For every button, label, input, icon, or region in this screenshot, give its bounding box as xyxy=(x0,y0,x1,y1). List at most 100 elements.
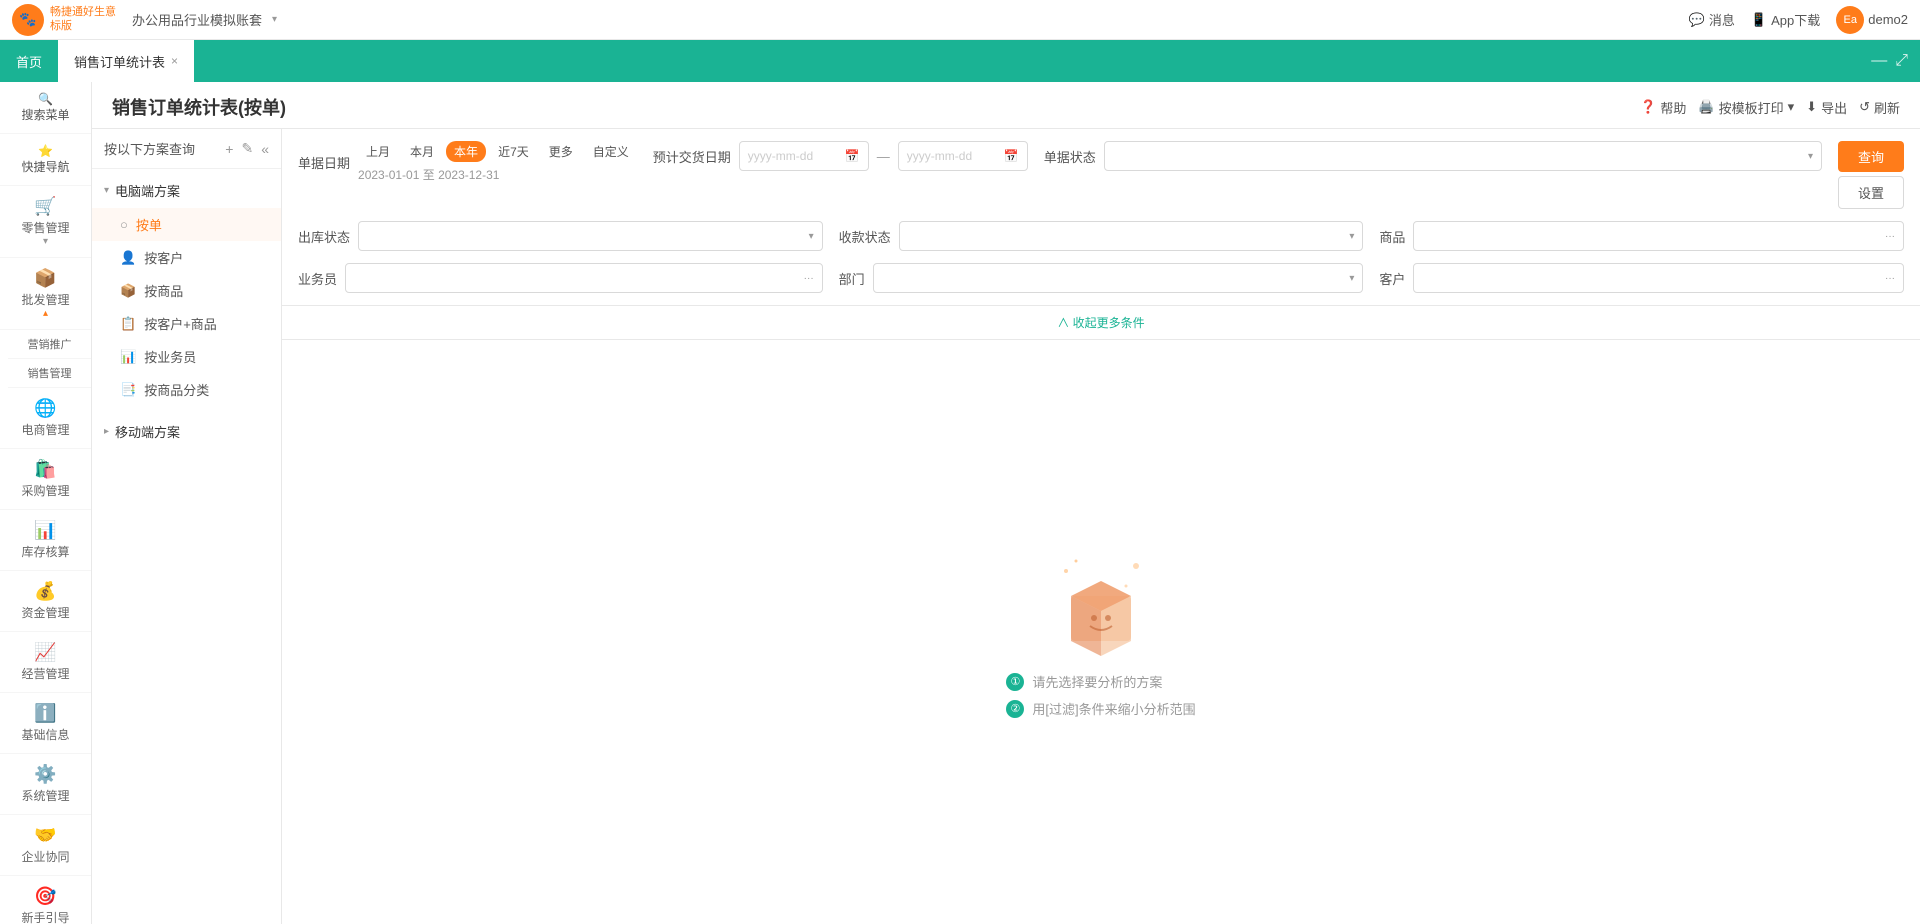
tab-home[interactable]: 首页 xyxy=(0,40,58,82)
calendar-icon: 📅 xyxy=(845,149,860,163)
setting-button[interactable]: 设置 xyxy=(1838,176,1904,209)
sidebar-item-operation[interactable]: 📈 经营管理 xyxy=(0,632,91,693)
inventory-icon: 📊 xyxy=(34,520,56,541)
download-icon: 📱 xyxy=(1751,12,1767,28)
sidebar-item-inventory[interactable]: 📊 库存核算 xyxy=(0,510,91,571)
date-tab-custom[interactable]: 自定义 xyxy=(585,141,637,162)
sidebar-item-wholesale[interactable]: 📦 批发管理 ▴ xyxy=(0,258,91,330)
message-icon: 💬 xyxy=(1689,12,1705,28)
hint-2-text: 用[过滤]条件来缩小分析范围 xyxy=(1032,699,1195,718)
help-button[interactable]: ❓ 帮助 xyxy=(1640,98,1686,117)
date-tab-last-7-days[interactable]: 近7天 xyxy=(490,141,537,162)
sidebar-item-newbie[interactable]: 🎯 新手引导 xyxy=(0,876,91,924)
sidebar-item-purchase[interactable]: 🛍️ 采购管理 xyxy=(0,449,91,510)
app-download-button[interactable]: 📱 App下载 xyxy=(1751,10,1820,29)
refresh-button[interactable]: ↺ 刷新 xyxy=(1859,98,1900,117)
goods-more-icon[interactable]: ··· xyxy=(1885,231,1895,242)
scheme-edit-button[interactable]: ✎ xyxy=(241,140,253,157)
customer-select[interactable]: ··· xyxy=(1413,263,1904,293)
empty-illustration xyxy=(1046,546,1156,656)
scheme-add-button[interactable]: + xyxy=(225,141,233,157)
date-tab-more[interactable]: 更多 xyxy=(541,141,581,162)
scheme-by-goods-icon: 📦 xyxy=(120,283,136,299)
enterprise-icon: 🤝 xyxy=(34,825,56,846)
hint-2-num: ② xyxy=(1006,700,1024,718)
top-bar: 🐾 畅捷通好生意 标版 办公用品行业模拟账套 ▾ 💬 消息 📱 App下载 Ea… xyxy=(0,0,1920,40)
print-icon: 🖨️ xyxy=(1698,99,1714,115)
page-title: 销售订单统计表(按单) xyxy=(112,94,286,120)
scheme-by-customer-icon: 👤 xyxy=(120,250,136,266)
print-button[interactable]: 🖨️ 按模板打印 ▾ xyxy=(1698,98,1794,117)
salesman-more-icon[interactable]: ··· xyxy=(804,273,814,284)
salesman-select[interactable]: ··· xyxy=(345,263,823,293)
content-area: 销售订单统计表(按单) ❓ 帮助 🖨️ 按模板打印 ▾ ⬇ 导出 ↺ 刷新 xyxy=(92,82,1920,924)
empty-hint-1: ① 请先选择要分析的方案 xyxy=(1006,672,1195,691)
scheme-header: 按以下方案查询 + ✎ « xyxy=(92,129,281,169)
ship-status-select[interactable]: ▾ xyxy=(358,221,823,251)
help-icon: ❓ xyxy=(1640,99,1656,115)
system-icon: ⚙️ xyxy=(34,764,56,785)
scheme-item-by-customer[interactable]: 👤 按客户 xyxy=(92,241,281,274)
department-arrow-icon: ▾ xyxy=(1349,273,1354,284)
empty-state: ① 请先选择要分析的方案 ② 用[过滤]条件来缩小分析范围 xyxy=(1006,546,1195,718)
date-tab-last-month[interactable]: 上月 xyxy=(358,141,398,162)
nav-sidebar: 🔍 搜索菜单 ⭐ 快捷导航 🛒 零售管理 ▾ 📦 批发管理 ▴ 营销推广 销售管… xyxy=(0,82,92,924)
scheme-item-by-goods-category[interactable]: 📑 按商品分类 xyxy=(92,373,281,406)
user-avatar[interactable]: Ea demo2 xyxy=(1836,6,1908,34)
logo-text: 畅捷通好生意 标版 xyxy=(50,6,116,32)
scheme-item-by-goods[interactable]: 📦 按商品 xyxy=(92,274,281,307)
tab-close-icon[interactable]: × xyxy=(171,54,178,68)
expected-date-end[interactable]: yyyy-mm-dd 📅 xyxy=(898,141,1028,171)
right-panel: 单据日期 上月 本月 本年 近7天 更多 自定义 20 xyxy=(282,129,1920,924)
expected-date-label: 预计交货日期 xyxy=(653,147,731,166)
print-dropdown-icon[interactable]: ▾ xyxy=(1788,99,1795,115)
scheme-group-mobile-header[interactable]: ▸ 移动端方案 xyxy=(92,414,281,449)
message-button[interactable]: 💬 消息 xyxy=(1689,10,1735,29)
hint-1-text: 请先选择要分析的方案 xyxy=(1032,672,1162,691)
sidebar-item-enterprise[interactable]: 🤝 企业协同 xyxy=(0,815,91,876)
logo-area: 🐾 畅捷通好生意 标版 xyxy=(12,4,116,36)
expected-date-start[interactable]: yyyy-mm-dd 📅 xyxy=(739,141,869,171)
scheme-collapse-button[interactable]: « xyxy=(261,141,269,157)
date-tab-this-year[interactable]: 本年 xyxy=(446,141,486,162)
scheme-item-by-customer-goods[interactable]: 📋 按客户+商品 xyxy=(92,307,281,340)
tab-sales-order-stats[interactable]: 销售订单统计表 × xyxy=(58,40,194,82)
export-button[interactable]: ⬇ 导出 xyxy=(1806,98,1847,117)
collapse-icon: ∧ xyxy=(1057,316,1072,330)
scheme-group-mobile: ▸ 移动端方案 xyxy=(92,410,281,453)
sidebar-item-finance[interactable]: 💰 资金管理 xyxy=(0,571,91,632)
sidebar-item-basic[interactable]: ℹ️ 基础信息 xyxy=(0,693,91,754)
nav-quick[interactable]: ⭐ 快捷导航 xyxy=(0,134,91,186)
department-select[interactable]: ▾ xyxy=(873,263,1364,293)
tab-minimize-button[interactable]: — xyxy=(1871,52,1887,70)
goods-select[interactable]: ··· xyxy=(1413,221,1904,251)
doc-status-select[interactable]: ▾ xyxy=(1104,141,1822,171)
page-actions: ❓ 帮助 🖨️ 按模板打印 ▾ ⬇ 导出 ↺ 刷新 xyxy=(1640,98,1900,117)
date-tab-this-month[interactable]: 本月 xyxy=(402,141,442,162)
sidebar-item-marketing[interactable]: 营销推广 xyxy=(8,330,91,359)
refresh-icon: ↺ xyxy=(1859,99,1870,115)
sidebar-item-sales[interactable]: 销售管理 xyxy=(8,359,91,388)
ship-status-label: 出库状态 xyxy=(298,227,350,246)
wholesale-subitems: 营销推广 销售管理 xyxy=(0,330,91,388)
tab-maximize-button[interactable]: ⤢ xyxy=(1895,52,1908,70)
payment-status-select[interactable]: ▾ xyxy=(899,221,1364,251)
scheme-panel: 按以下方案查询 + ✎ « ▾ 电脑端方案 ○ 按单 xyxy=(92,129,282,924)
sidebar-item-retail[interactable]: 🛒 零售管理 ▾ xyxy=(0,186,91,258)
query-button[interactable]: 查询 xyxy=(1838,141,1904,172)
collapse-bar[interactable]: ∧ 收起更多条件 xyxy=(282,306,1920,340)
scheme-item-by-order[interactable]: ○ 按单 xyxy=(92,208,281,241)
sidebar-item-ecommerce[interactable]: 🌐 电商管理 xyxy=(0,388,91,449)
date-range-text: 2023-01-01 至 2023-12-31 xyxy=(358,166,637,183)
content-inner: 按以下方案查询 + ✎ « ▾ 电脑端方案 ○ 按单 xyxy=(92,129,1920,924)
scheme-item-by-salesman[interactable]: 📊 按业务员 xyxy=(92,340,281,373)
salesman-label: 业务员 xyxy=(298,269,337,288)
scheme-group-pc-header[interactable]: ▾ 电脑端方案 xyxy=(92,173,281,208)
nav-search[interactable]: 🔍 搜索菜单 xyxy=(0,82,91,134)
scheme-group-arrow-icon: ▾ xyxy=(104,185,109,196)
scheme-by-order-icon: ○ xyxy=(120,217,128,232)
app-title-dropdown-icon[interactable]: ▾ xyxy=(272,14,277,25)
ship-status-arrow-icon: ▾ xyxy=(809,231,814,242)
sidebar-item-system[interactable]: ⚙️ 系统管理 xyxy=(0,754,91,815)
customer-more-icon[interactable]: ··· xyxy=(1885,273,1895,284)
